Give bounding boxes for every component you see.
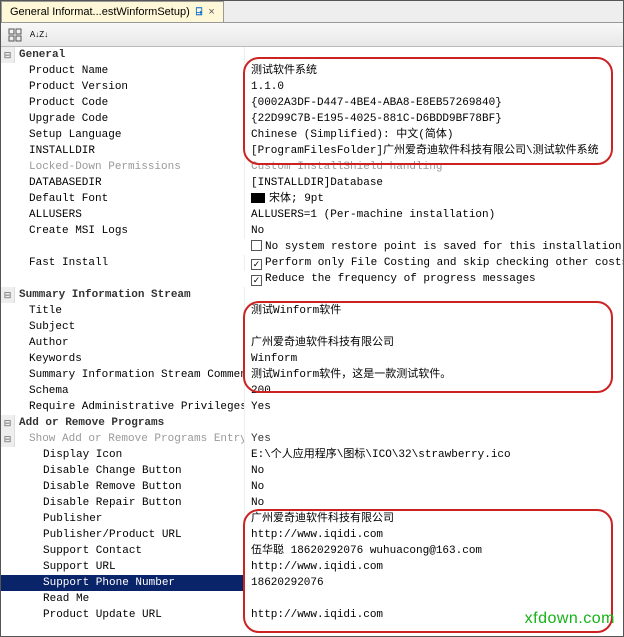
row-disable-repair[interactable]: Disable Repair ButtonNo xyxy=(1,495,623,511)
row-fast-install-1[interactable]: No system restore point is saved for thi… xyxy=(1,239,623,255)
row-comments[interactable]: Summary Information Stream Comments测试Win… xyxy=(1,367,623,383)
row-disable-remove[interactable]: Disable Remove ButtonNo xyxy=(1,479,623,495)
row-display-icon[interactable]: Display IconE:\个人应用程序\图标\ICO\32\strawber… xyxy=(1,447,623,463)
row-support-phone[interactable]: Support Phone Number18620292076 xyxy=(1,575,623,591)
tab-title: General Informat...estWinformSetup) xyxy=(10,6,190,18)
watermark: xfdown.com xyxy=(525,610,615,628)
collapse-icon[interactable]: ⊟ xyxy=(1,47,15,63)
row-keywords[interactable]: Keywords Winform xyxy=(1,351,623,367)
row-product-version[interactable]: Product Version1.1.0 xyxy=(1,79,623,95)
row-admin-priv[interactable]: Require Administrative PrivilegesYes xyxy=(1,399,623,415)
row-schema[interactable]: Schema200 xyxy=(1,383,623,399)
row-product-code[interactable]: Product Code{0002A3DF-D447-4BE4-ABA8-E8E… xyxy=(1,95,623,111)
row-databasedir[interactable]: DATABASEDIR[INSTALLDIR]Database xyxy=(1,175,623,191)
pin-icon[interactable]: ⍈ xyxy=(196,6,203,19)
toolbar: A↓Z↓ xyxy=(1,23,623,47)
close-icon[interactable]: × xyxy=(208,6,214,18)
row-support-contact[interactable]: Support Contact伍华聪 18620292076 wuhuacong… xyxy=(1,543,623,559)
row-locked-permissions[interactable]: Locked-Down PermissionsCustom InstallShi… xyxy=(1,159,623,175)
row-disable-change[interactable]: Disable Change ButtonNo xyxy=(1,463,623,479)
collapse-icon[interactable]: ⊟ xyxy=(1,415,15,431)
row-title[interactable]: Title测试Winform软件 xyxy=(1,303,623,319)
row-fast-install-3[interactable]: Reduce the frequency of progress message… xyxy=(1,271,623,287)
category-general[interactable]: ⊟ General xyxy=(1,47,623,63)
row-publisher-url[interactable]: Publisher/Product URLhttp://www.iqidi.co… xyxy=(1,527,623,543)
tab-bar: General Informat...estWinformSetup) ⍈ × xyxy=(1,1,623,23)
property-grid: ⊟ General Product Name测试软件系统 Product Ver… xyxy=(1,47,623,636)
row-allusers[interactable]: ALLUSERSALLUSERS=1 (Per-machine installa… xyxy=(1,207,623,223)
row-setup-language[interactable]: Setup LanguageChinese (Simplified): 中文(简… xyxy=(1,127,623,143)
row-fast-install-2[interactable]: Fast InstallPerform only File Costing an… xyxy=(1,255,623,271)
row-support-url[interactable]: Support URLhttp://www.iqidi.com xyxy=(1,559,623,575)
row-product-name[interactable]: Product Name测试软件系统 xyxy=(1,63,623,79)
row-subject[interactable]: Subject xyxy=(1,319,623,335)
checkbox-icon[interactable] xyxy=(251,275,262,286)
row-show-arp-entry[interactable]: ⊟Show Add or Remove Programs EntryYes xyxy=(1,431,623,447)
row-publisher[interactable]: Publisher广州爱奇迪软件科技有限公司 xyxy=(1,511,623,527)
tab-general-information[interactable]: General Informat...estWinformSetup) ⍈ × xyxy=(1,1,224,22)
category-arp[interactable]: ⊟ Add or Remove Programs xyxy=(1,415,623,431)
sort-button[interactable]: A↓Z↓ xyxy=(29,25,49,45)
row-installdir[interactable]: INSTALLDIR[ProgramFilesFolder]广州爱奇迪软件科技有… xyxy=(1,143,623,159)
row-author[interactable]: Author广州爱奇迪软件科技有限公司 xyxy=(1,335,623,351)
checkbox-icon[interactable] xyxy=(251,259,262,270)
row-default-font[interactable]: Default Font宋体; 9pt xyxy=(1,191,623,207)
font-swatch-icon xyxy=(251,193,265,203)
categorize-button[interactable] xyxy=(5,25,25,45)
collapse-icon[interactable]: ⊟ xyxy=(1,287,15,303)
row-create-msi-logs[interactable]: Create MSI LogsNo xyxy=(1,223,623,239)
collapse-icon[interactable]: ⊟ xyxy=(1,431,15,447)
row-readme[interactable]: Read Me xyxy=(1,591,623,607)
row-upgrade-code[interactable]: Upgrade Code{22D99C7B-E195-4025-881C-D6B… xyxy=(1,111,623,127)
category-summary[interactable]: ⊟ Summary Information Stream xyxy=(1,287,623,303)
checkbox-icon[interactable] xyxy=(251,240,262,251)
